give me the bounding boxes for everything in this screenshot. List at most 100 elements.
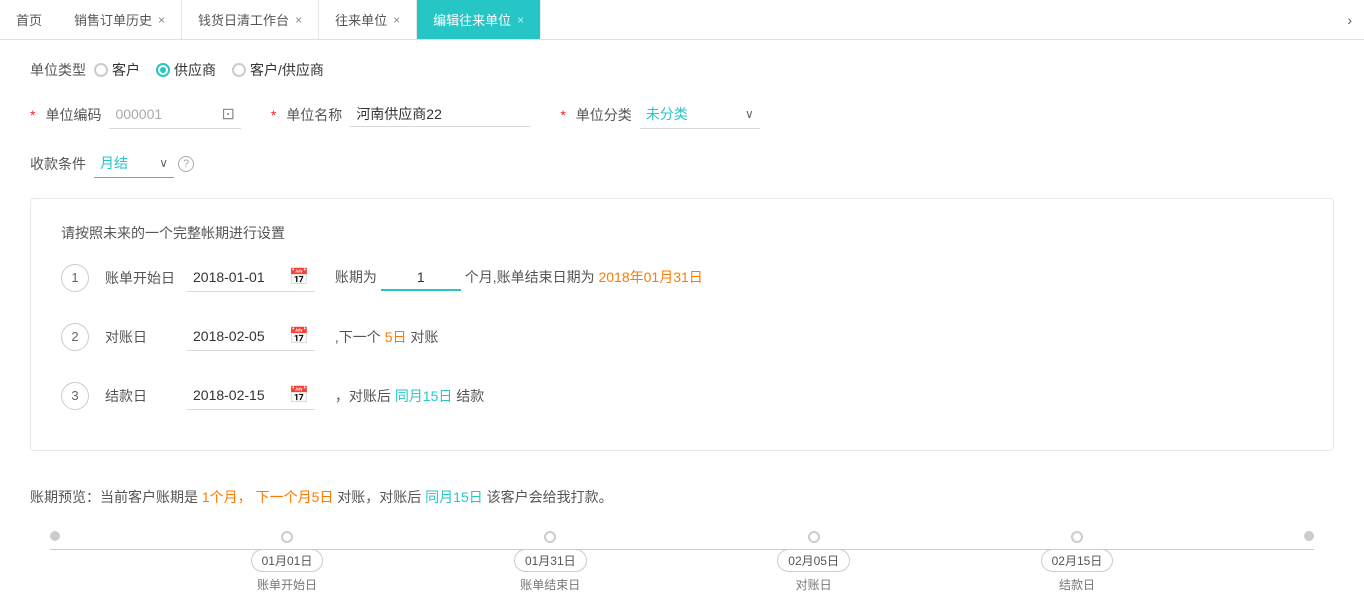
payment-terms-value: 月结 — [100, 153, 128, 173]
step-num-1: 1 — [61, 264, 89, 292]
tab-edit-partner-label: 编辑往来单位 — [433, 10, 511, 29]
step-label-3: 结款日 — [105, 386, 175, 406]
payment-terms-select[interactable]: 月结 ∨ — [94, 149, 174, 178]
unit-category-arrow-icon: ∨ — [745, 107, 754, 121]
node-tag-2: 01月31日 — [514, 549, 587, 572]
node-sublabel-2: 账单结束日 — [520, 576, 580, 593]
timeline-node-3: 02月05日 对账日 — [777, 531, 850, 593]
radio-both[interactable]: 客户/供应商 — [232, 60, 324, 80]
tab-edit-partner[interactable]: 编辑往来单位 × — [417, 0, 541, 39]
step-row-3: 3 结款日 📅 ，对账后 同月15日 结款 — [61, 381, 1303, 410]
timeline-node-4: 02月15日 结款日 — [1041, 531, 1114, 593]
unit-name-star: * — [271, 107, 276, 123]
tab-edit-partner-close[interactable]: × — [517, 13, 524, 27]
step-desc-suffix-1: 个月,账单结束日期为 — [465, 269, 595, 285]
step-date-2: 📅 — [187, 322, 315, 351]
tab-cash-work-label: 钱货日清工作台 — [198, 10, 289, 29]
preview-end: 该客户会给我打款。 — [487, 489, 613, 505]
node-dot-1 — [281, 531, 293, 543]
copy-icon[interactable]: ⊡ — [221, 104, 234, 124]
step-desc-suffix-2: 对账 — [410, 329, 438, 345]
node-sublabel-3: 对账日 — [796, 576, 832, 593]
step-desc-prefix-3: ，对账后 — [335, 388, 391, 404]
step-label-2: 对账日 — [105, 327, 175, 347]
preview-period: 1个月， — [202, 489, 252, 505]
unit-code-input-wrapper: ⊡ — [109, 100, 240, 129]
step-date-3: 📅 — [187, 381, 315, 410]
preview-next: 下一个月5日 — [256, 489, 334, 505]
radio-customer[interactable]: 客户 — [94, 60, 140, 80]
timeline-node-2: 01月31日 账单结束日 — [514, 531, 587, 593]
node-sublabel-1: 账单开始日 — [257, 576, 317, 593]
tab-partner-close[interactable]: × — [393, 13, 400, 27]
preview-settle: 同月15日 — [425, 489, 483, 505]
radio-supplier-circle — [156, 63, 170, 77]
unit-name-label: 单位名称 — [286, 105, 342, 125]
tab-home[interactable]: 首页 — [0, 0, 58, 39]
step-date-input-3[interactable] — [193, 387, 283, 403]
node-tag-1: 01月01日 — [251, 549, 324, 572]
unit-name-field: * 单位名称 — [271, 102, 530, 127]
tab-bar: 首页 销售订单历史 × 钱货日清工作台 × 往来单位 × 编辑往来单位 × › — [0, 0, 1364, 40]
tab-home-label: 首页 — [16, 10, 42, 29]
step-desc-prefix-1: 账期为 — [335, 269, 377, 285]
step-date-1: 📅 — [187, 263, 315, 292]
radio-both-circle — [232, 63, 246, 77]
calendar-icon-2[interactable]: 📅 — [289, 326, 309, 346]
payment-terms-field: 收款条件 月结 ∨ ? — [30, 149, 194, 178]
unit-code-field: * 单位编码 ⊡ — [30, 100, 241, 129]
timeline-node-1: 01月01日 账单开始日 — [251, 531, 324, 593]
panel-hint: 请按照未来的一个完整帐期进行设置 — [61, 223, 1303, 243]
step-row-2: 2 对账日 📅 ,下一个 5日 对账 — [61, 322, 1303, 351]
timeline-start-node — [50, 531, 60, 571]
calendar-icon-1[interactable]: 📅 — [289, 267, 309, 287]
main-content: 单位类型 客户 供应商 客户/供应商 * 单位编码 — [0, 40, 1364, 613]
radio-customer-label: 客户 — [112, 60, 140, 80]
step-desc-prefix-2: ,下一个 — [335, 329, 381, 345]
tab-sales-history[interactable]: 销售订单历史 × — [58, 0, 182, 39]
node-tag-3: 02月05日 — [777, 549, 850, 572]
setting-panel: 请按照未来的一个完整帐期进行设置 1 账单开始日 📅 账期为 个月,账单结束日期… — [30, 198, 1334, 451]
tab-partner-label: 往来单位 — [335, 10, 387, 29]
node-dot-2 — [544, 531, 556, 543]
unit-category-select[interactable]: 未分类 ∨ — [640, 100, 760, 129]
chevron-right-icon: › — [1347, 12, 1352, 28]
unit-code-input[interactable] — [115, 106, 215, 122]
timeline-end-dot — [1304, 531, 1314, 541]
tab-cash-work-close[interactable]: × — [295, 13, 302, 27]
step-highlight-day-3: 同月15日 — [395, 388, 453, 404]
help-icon[interactable]: ? — [178, 156, 194, 172]
step-desc-1: 账期为 个月,账单结束日期为 2018年01月31日 — [335, 265, 703, 291]
unit-category-star: * — [560, 107, 565, 123]
preview-mid: 对账，对账后 — [337, 489, 421, 505]
node-tag-4: 02月15日 — [1041, 549, 1114, 572]
tab-more-button[interactable]: › — [1335, 0, 1364, 39]
radio-supplier[interactable]: 供应商 — [156, 60, 216, 80]
timeline-start-dot — [50, 531, 60, 541]
step-desc-2: ,下一个 5日 对账 — [335, 327, 438, 347]
timeline-container: 01月01日 账单开始日 01月31日 账单结束日 02月05日 对账日 — [30, 531, 1334, 593]
step-label-1: 账单开始日 — [105, 268, 175, 288]
unit-type-label: 单位类型 — [30, 60, 86, 80]
step-num-3: 3 — [61, 382, 89, 410]
unit-code-label: 单位编码 — [45, 105, 101, 125]
unit-type-row: 单位类型 客户 供应商 客户/供应商 — [30, 60, 1334, 80]
payment-terms-select-wrapper: 月结 ∨ ? — [94, 149, 194, 178]
payment-terms-label: 收款条件 — [30, 154, 86, 174]
timeline-end-node — [1304, 531, 1314, 571]
tab-sales-history-close[interactable]: × — [158, 13, 165, 27]
period-input[interactable] — [381, 265, 461, 291]
tab-cash-work[interactable]: 钱货日清工作台 × — [182, 0, 319, 39]
preview-text: 账期预览：当前客户账期是 1个月， 下一个月5日 对账，对账后 同月15日 该客… — [30, 487, 1334, 507]
unit-name-input[interactable] — [350, 102, 530, 127]
calendar-icon-3[interactable]: 📅 — [289, 385, 309, 405]
step-date-input-1[interactable] — [193, 269, 283, 285]
node-dot-3 — [808, 531, 820, 543]
step-date-input-2[interactable] — [193, 328, 283, 344]
step-num-2: 2 — [61, 323, 89, 351]
preview-label: 账期预览：当前客户账期是 — [30, 489, 198, 505]
tab-sales-history-label: 销售订单历史 — [74, 10, 152, 29]
node-sublabel-4: 结款日 — [1059, 576, 1095, 593]
tab-partner[interactable]: 往来单位 × — [319, 0, 417, 39]
unit-type-radio-group: 客户 供应商 客户/供应商 — [94, 60, 324, 80]
